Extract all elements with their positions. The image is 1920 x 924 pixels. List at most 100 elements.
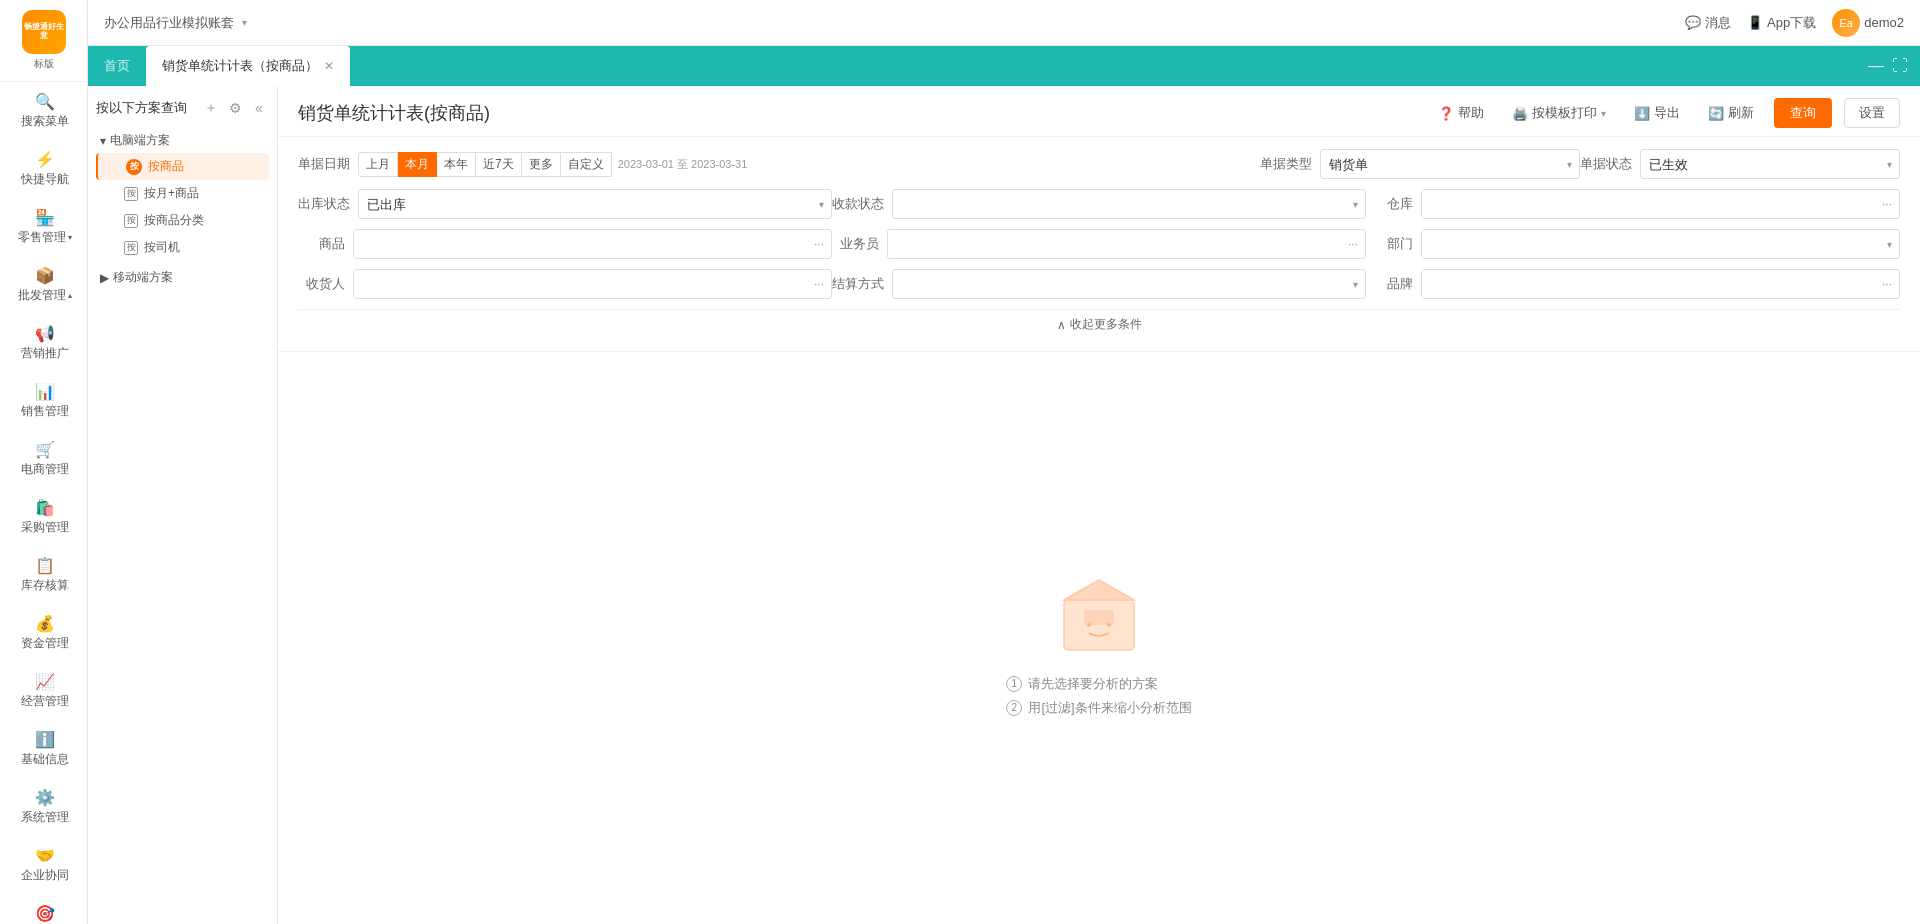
scheme-item-by-category[interactable]: 按 按商品分类	[96, 207, 269, 234]
svg-point-6	[1107, 623, 1111, 627]
sidebar-item-quick-nav[interactable]: ⚡ 快捷导航	[0, 140, 87, 198]
home-tab-label: 首页	[104, 57, 130, 75]
query-button[interactable]: 查询	[1774, 98, 1832, 128]
scheme-item-by-cashier[interactable]: 按 按司机	[96, 234, 269, 261]
doc-type-label: 单据类型	[1260, 155, 1320, 173]
collect-status-input[interactable]	[892, 189, 1366, 219]
warehouse-dots-icon[interactable]: ···	[1882, 197, 1892, 211]
recipient-dots-icon[interactable]: ···	[814, 277, 824, 291]
settings-button[interactable]: 设置	[1844, 98, 1900, 128]
marketing-icon: 📢	[35, 324, 55, 343]
scheme-item-label: 按司机	[144, 239, 180, 256]
scheme-item-by-month-product[interactable]: 按 按月+商品	[96, 180, 269, 207]
salesperson-dots-icon[interactable]: ···	[1348, 237, 1358, 251]
sidebar-item-inventory[interactable]: 📋 库存核算	[0, 546, 87, 604]
help-icon: ❓	[1438, 106, 1454, 121]
doc-type-select[interactable]: 销货单	[1320, 149, 1580, 179]
sidebar-item-label: 企业协同	[21, 867, 69, 884]
department-select[interactable]	[1421, 229, 1900, 259]
sidebar-item-purchase[interactable]: 🛍️ 采购管理	[0, 488, 87, 546]
scheme-group-pc-label: 电脑端方案	[110, 132, 170, 149]
help-label: 帮助	[1458, 104, 1484, 122]
refresh-button[interactable]: 🔄 刷新	[1700, 100, 1762, 126]
scheme-group-mobile-title[interactable]: ▶ 移动端方案	[96, 265, 269, 290]
sidebar-item-retail[interactable]: 🏪 零售管理▾	[0, 198, 87, 256]
brand-dots-icon[interactable]: ···	[1882, 277, 1892, 291]
this-year-button[interactable]: 本年	[437, 152, 476, 177]
filter-item-doc-status: 单据状态 已生效 ▾	[1580, 149, 1900, 179]
operations-icon: 📈	[35, 672, 55, 691]
settlement-control: ▾	[892, 269, 1366, 299]
sidebar-item-label: 快捷导航	[21, 171, 69, 188]
empty-illustration	[1039, 560, 1159, 663]
product-label: 商品	[298, 235, 353, 253]
tab-close-icon[interactable]: ✕	[324, 59, 334, 73]
sidebar-item-marketing[interactable]: 📢 营销推广	[0, 314, 87, 372]
settings-scheme-button[interactable]: ⚙	[225, 98, 245, 118]
user-profile-button[interactable]: Ea demo2	[1832, 9, 1904, 37]
main-wrapper: 办公用品行业模拟账套 ▾ 💬 消息 📱 App下载 Ea demo2 首页	[88, 0, 1920, 924]
inventory-icon: 📋	[35, 556, 55, 575]
salesperson-input[interactable]	[887, 229, 1366, 259]
system-icon: ⚙️	[35, 788, 55, 807]
settlement-select[interactable]	[892, 269, 1366, 299]
filter-item-doc-type: 单据类型 销货单 ▾	[1260, 149, 1580, 179]
tab-bar-extra: — ⛶	[1868, 57, 1920, 75]
header-dropdown-icon[interactable]: ▾	[242, 17, 247, 28]
warehouse-input[interactable]	[1421, 189, 1900, 219]
tab-sales-stats[interactable]: 销货单统计计表（按商品） ✕	[146, 46, 350, 86]
content-area: 按以下方案查询 ＋ ⚙ « ▾ 电脑端方案 按 按商品 按 按月	[88, 86, 1920, 924]
app-download-button[interactable]: 📱 App下载	[1747, 14, 1816, 32]
sidebar-item-wholesale[interactable]: 📦 批发管理▴	[0, 256, 87, 314]
scheme-item-icon: 按	[126, 159, 142, 175]
brand-input[interactable]	[1421, 269, 1900, 299]
sidebar-item-ecom[interactable]: 🛒 电商管理	[0, 430, 87, 488]
filter-area: 单据日期 上月 本月 本年 近7天 更多 自定义 2023-03-01 至 20…	[278, 137, 1920, 352]
custom-date-button[interactable]: 自定义	[561, 152, 612, 177]
sidebar-item-newbie[interactable]: 🎯 新手引导	[0, 894, 87, 924]
message-button[interactable]: 💬 消息	[1685, 14, 1731, 32]
sidebar-item-search[interactable]: 🔍 搜索菜单	[0, 82, 87, 140]
sidebar-item-enterprise[interactable]: 🤝 企业协同	[0, 836, 87, 894]
help-button[interactable]: ❓ 帮助	[1430, 100, 1492, 126]
sidebar-item-sales[interactable]: 📊 销售管理	[0, 372, 87, 430]
scheme-group-pc-title[interactable]: ▾ 电脑端方案	[96, 128, 269, 153]
collect-status-control: ▾	[892, 189, 1366, 219]
doc-status-select[interactable]: 已生效	[1640, 149, 1900, 179]
add-scheme-button[interactable]: ＋	[201, 98, 221, 118]
collapse-filter-button[interactable]: ∧ 收起更多条件	[298, 309, 1900, 339]
sidebar-item-finance[interactable]: 💰 资金管理	[0, 604, 87, 662]
basic-icon: ℹ️	[35, 730, 55, 749]
tip-num-2: 2	[1006, 700, 1022, 716]
sidebar-item-system[interactable]: ⚙️ 系统管理	[0, 778, 87, 836]
sidebar-item-operations[interactable]: 📈 经营管理	[0, 662, 87, 720]
filter-item-settlement: 结算方式 ▾	[832, 269, 1366, 299]
scheme-item-by-product[interactable]: 按 按商品	[96, 153, 269, 180]
sidebar-item-label: 批发管理▴	[18, 287, 72, 304]
product-dots-icon[interactable]: ···	[814, 237, 824, 251]
collapse-up-icon: ∧	[1057, 318, 1066, 332]
message-icon: 💬	[1685, 15, 1701, 30]
print-button[interactable]: 🖨️ 按模板打印 ▾	[1504, 100, 1614, 126]
sidebar-item-label: 经营管理	[21, 693, 69, 710]
tab-home[interactable]: 首页	[88, 46, 146, 86]
tab-minimize-icon[interactable]: —	[1868, 57, 1884, 75]
export-button[interactable]: ⬇️ 导出	[1626, 100, 1688, 126]
filter-item-brand: 品牌 ···	[1366, 269, 1900, 299]
more-date-button[interactable]: 更多	[522, 152, 561, 177]
date-filter-buttons: 上月 本月 本年 近7天 更多 自定义 2023-03-01 至 2023-03…	[358, 152, 747, 177]
product-input[interactable]	[353, 229, 832, 259]
scheme-item-sq-icon: 按	[124, 214, 138, 228]
top-header: 办公用品行业模拟账套 ▾ 💬 消息 📱 App下载 Ea demo2	[88, 0, 1920, 46]
sidebar-item-basic[interactable]: ℹ️ 基础信息	[0, 720, 87, 778]
out-status-select[interactable]: 已出库	[358, 189, 832, 219]
collapse-panel-button[interactable]: «	[249, 98, 269, 118]
last-7-days-button[interactable]: 近7天	[476, 152, 522, 177]
last-month-button[interactable]: 上月	[358, 152, 398, 177]
page-title: 销货单统计计表(按商品)	[298, 101, 490, 125]
tab-expand-icon[interactable]: ⛶	[1892, 57, 1908, 75]
this-month-button[interactable]: 本月	[398, 152, 437, 177]
recipient-input[interactable]	[353, 269, 832, 299]
user-name: demo2	[1864, 15, 1904, 30]
filter-row-1: 单据日期 上月 本月 本年 近7天 更多 自定义 2023-03-01 至 20…	[298, 149, 1900, 179]
